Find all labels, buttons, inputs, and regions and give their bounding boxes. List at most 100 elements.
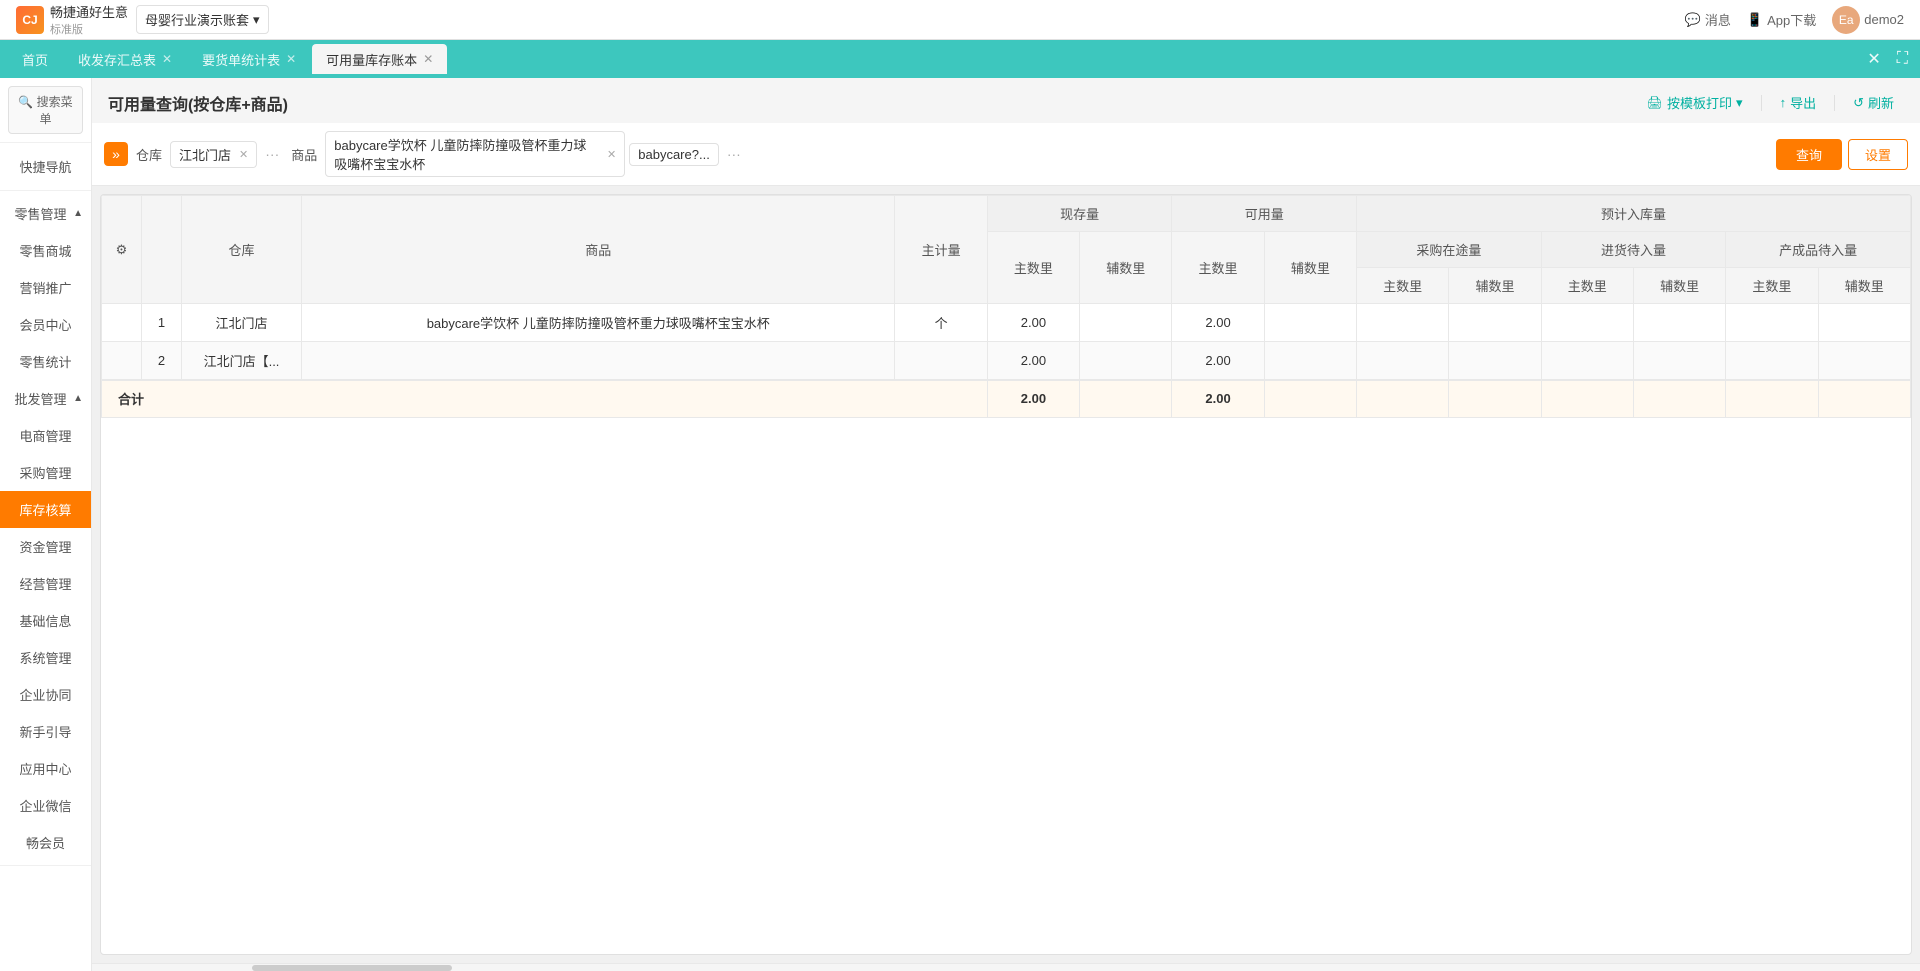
td-unit: 个	[895, 304, 987, 342]
sidebar-search-btn[interactable]: 🔍 搜索菜单	[8, 86, 83, 134]
td-goods: babycare学饮杯 儿童防摔防撞吸管杯重力球吸嘴杯宝宝水杯	[302, 304, 895, 342]
goods-tag-2[interactable]: babycare?...	[629, 143, 719, 166]
print-label: 按模板打印	[1667, 93, 1732, 112]
sidebar-item-vip[interactable]: 畅会员	[0, 824, 91, 861]
filter-toggle-btn[interactable]: »	[104, 142, 128, 166]
sidebar: 🔍 搜索菜单 快捷导航 零售管理 ▲ 零售商城 营销推广 会员中心	[0, 78, 92, 971]
td-no: 2	[142, 342, 182, 380]
sidebar-item-member[interactable]: 会员中心	[0, 306, 91, 343]
th-available-group-label: 可用量	[1245, 207, 1284, 222]
export-icon: ↑	[1780, 95, 1787, 110]
sidebar-finance-label: 资金管理	[8, 537, 83, 556]
chevron-down-icon: ▲	[73, 393, 83, 404]
content-area: 可用量查询(按仓库+商品) 🖨 按模板打印 ▾ ↑ 导出 ↺ 刷新	[92, 78, 1920, 971]
sidebar-item-enterprise[interactable]: 企业协同	[0, 676, 91, 713]
th-stock-group-label: 现存量	[1060, 207, 1099, 222]
export-btn[interactable]: ↑ 导出	[1770, 88, 1827, 117]
th-unit-label: 主计量	[922, 243, 961, 258]
table-footer-row: 合计 2.00 2.00	[102, 380, 1911, 418]
th-stock-aux: 辅数里	[1080, 232, 1172, 304]
sidebar-ecommerce-label: 电商管理	[8, 426, 83, 445]
td-stock-aux	[1080, 304, 1172, 342]
bottom-scroll-thumb[interactable]	[252, 965, 452, 971]
export-label: 导出	[1790, 93, 1816, 112]
footer-stock-aux	[1080, 380, 1172, 418]
sidebar-item-finance[interactable]: 资金管理	[0, 528, 91, 565]
sidebar-item-operations[interactable]: 经营管理	[0, 565, 91, 602]
sidebar-item-system[interactable]: 系统管理	[0, 639, 91, 676]
sidebar-wholesale-label: 批发管理	[8, 389, 73, 408]
top-bar-right: 💬 消息 📱 App下载 Ea demo2	[1685, 6, 1904, 34]
footer-available-aux	[1264, 380, 1356, 418]
warehouse-tag[interactable]: 江北门店 ✕	[170, 141, 257, 168]
td-warehouse: 江北门店【...	[182, 342, 302, 380]
user-name: demo2	[1864, 12, 1904, 27]
warehouse-tag-close[interactable]: ✕	[239, 148, 248, 161]
tab-receipts-label: 收发存汇总表	[78, 50, 156, 69]
sidebar-item-wechat[interactable]: 企业微信	[0, 787, 91, 824]
message-icon: 💬	[1685, 12, 1701, 28]
query-btn[interactable]: 查询	[1776, 139, 1842, 170]
th-no	[142, 196, 182, 304]
warehouse-filter-more[interactable]: ···	[261, 146, 283, 162]
goods-tag-1-close[interactable]: ✕	[607, 148, 616, 161]
print-btn[interactable]: 🖨 按模板打印 ▾	[1637, 88, 1753, 117]
goods-tag-1[interactable]: babycare学饮杯 儿童防摔防撞吸管杯重力球吸嘴杯宝宝水杯 ✕	[325, 131, 625, 177]
tab-receipts-close[interactable]: ✕	[162, 52, 172, 66]
th-stock-group: 现存量	[987, 196, 1172, 232]
sidebar-item-retail-stats[interactable]: 零售统计	[0, 343, 91, 380]
tab-home[interactable]: 首页	[8, 44, 62, 74]
sidebar-item-inventory[interactable]: 库存核算	[0, 491, 91, 528]
goods-filter-group: babycare学饮杯 儿童防摔防撞吸管杯重力球吸嘴杯宝宝水杯 ✕ babyca…	[325, 131, 745, 177]
table-body: 1 江北门店 babycare学饮杯 儿童防摔防撞吸管杯重力球吸嘴杯宝宝水杯 个…	[102, 304, 1911, 380]
sidebar-item-guide[interactable]: 新手引导	[0, 713, 91, 750]
tab-available[interactable]: 可用量库存账本 ✕	[312, 44, 447, 74]
sidebar-quick-nav-label: 快捷导航	[19, 160, 71, 175]
table-container: ⚙ 仓库 商品 主计量 现存量	[100, 194, 1912, 955]
th-production-group: 产成品待入量	[1726, 232, 1911, 268]
sidebar-item-quick-nav[interactable]: 快捷导航	[0, 149, 91, 184]
setting-btn[interactable]: 设置	[1848, 139, 1908, 170]
table-row: 2 江北门店【... 2.00 2.00	[102, 342, 1911, 380]
th-production-main: 主数里	[1726, 268, 1818, 304]
table-footer: 合计 2.00 2.00	[102, 380, 1911, 418]
th-incoming-main: 主数里	[1541, 268, 1633, 304]
sidebar-vip-label: 畅会员	[8, 833, 83, 852]
td-warehouse: 江北门店	[182, 304, 302, 342]
sidebar-item-ecommerce[interactable]: 电商管理	[0, 417, 91, 454]
sidebar-item-wholesale[interactable]: 批发管理 ▲	[0, 380, 91, 417]
sidebar-item-basic[interactable]: 基础信息	[0, 602, 91, 639]
sidebar-item-marketing[interactable]: 营销推广	[0, 269, 91, 306]
footer-available-main: 2.00	[1172, 380, 1264, 418]
tab-orders[interactable]: 要货单统计表 ✕	[188, 44, 310, 74]
td-available-aux	[1264, 304, 1356, 342]
footer-incoming-aux	[1633, 380, 1725, 418]
industry-selector-text: 母婴行业演示账套	[145, 10, 249, 29]
chevron-right-icon: »	[112, 146, 120, 162]
th-purchase-aux: 辅数里	[1449, 268, 1541, 304]
tab-orders-close[interactable]: ✕	[286, 52, 296, 66]
sidebar-item-retail[interactable]: 零售管理 ▲	[0, 195, 91, 232]
tab-maximize-btn[interactable]: ⛶	[1893, 46, 1912, 72]
td-purchase-main	[1357, 304, 1449, 342]
tab-orders-label: 要货单统计表	[202, 50, 280, 69]
goods-filter-more[interactable]: ···	[723, 146, 745, 162]
sidebar-item-purchase[interactable]: 采购管理	[0, 454, 91, 491]
refresh-btn[interactable]: ↺ 刷新	[1843, 88, 1904, 117]
sidebar-retail-stats-label: 零售统计	[8, 352, 83, 371]
user-profile[interactable]: Ea demo2	[1832, 6, 1904, 34]
filter-area: » 仓库 江北门店 ✕ ··· 商品 babycare学饮杯 儿童防摔防撞吸管杯…	[92, 123, 1920, 186]
app-download-btn[interactable]: 📱 App下载	[1747, 10, 1816, 29]
tab-receipts[interactable]: 收发存汇总表 ✕	[64, 44, 186, 74]
th-settings[interactable]: ⚙	[102, 196, 142, 304]
table-row: 1 江北门店 babycare学饮杯 儿童防摔防撞吸管杯重力球吸嘴杯宝宝水杯 个…	[102, 304, 1911, 342]
message-btn[interactable]: 💬 消息	[1685, 10, 1731, 29]
tab-close-all-btn[interactable]: ✕	[1863, 45, 1884, 73]
print-chevron-icon: ▾	[1736, 95, 1743, 111]
app-icon: 📱	[1747, 12, 1763, 28]
th-purchase-group: 采购在途量	[1357, 232, 1542, 268]
tab-available-close[interactable]: ✕	[423, 52, 433, 66]
sidebar-item-appstore[interactable]: 应用中心	[0, 750, 91, 787]
sidebar-item-retail-store[interactable]: 零售商城	[0, 232, 91, 269]
industry-selector[interactable]: 母婴行业演示账套 ▾	[136, 5, 269, 34]
